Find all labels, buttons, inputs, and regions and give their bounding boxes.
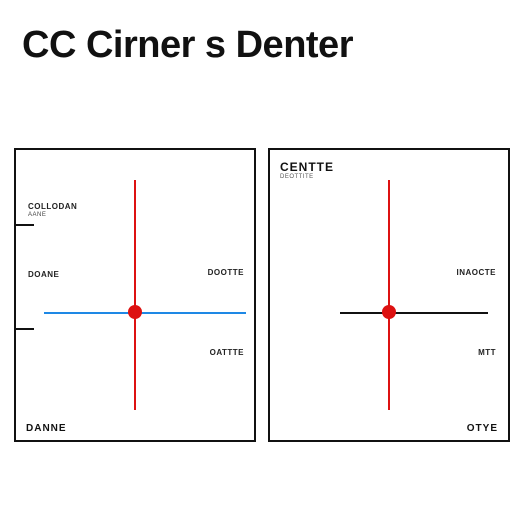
center-dot [128, 305, 142, 319]
vertical-axis [388, 180, 390, 410]
panel-right-heading: CENTTE [280, 160, 334, 174]
panel-left: COLLODAN AANE DOANE DOOTTE OATTTE DANNE [14, 148, 256, 442]
panel-right-footer: OTYE [467, 423, 498, 434]
panel-left-footer: DANNE [26, 423, 67, 434]
page-title: CC Cirner s Denter [22, 24, 353, 67]
label-top-right: DOOTTE [208, 268, 244, 277]
horizontal-axis [44, 312, 246, 314]
panel-right: CENTTE DEOTTITE INAOCTE MTT OTYE [268, 148, 510, 442]
label-mid-left: DOANE [28, 270, 59, 279]
label-mid-right: OATTTE [210, 348, 244, 357]
tick-mark [16, 224, 34, 226]
tick-mark [16, 328, 34, 330]
label-top-right: INAOCTE [457, 268, 497, 277]
label-mid-right: MTT [478, 348, 496, 357]
panel-right-subheading: DEOTTITE [280, 174, 314, 180]
vertical-axis [134, 180, 136, 410]
center-dot [382, 305, 396, 319]
horizontal-axis [340, 312, 488, 314]
label-top-left: COLLODAN [28, 202, 77, 211]
label-top-left-sub: AANE [28, 212, 46, 218]
